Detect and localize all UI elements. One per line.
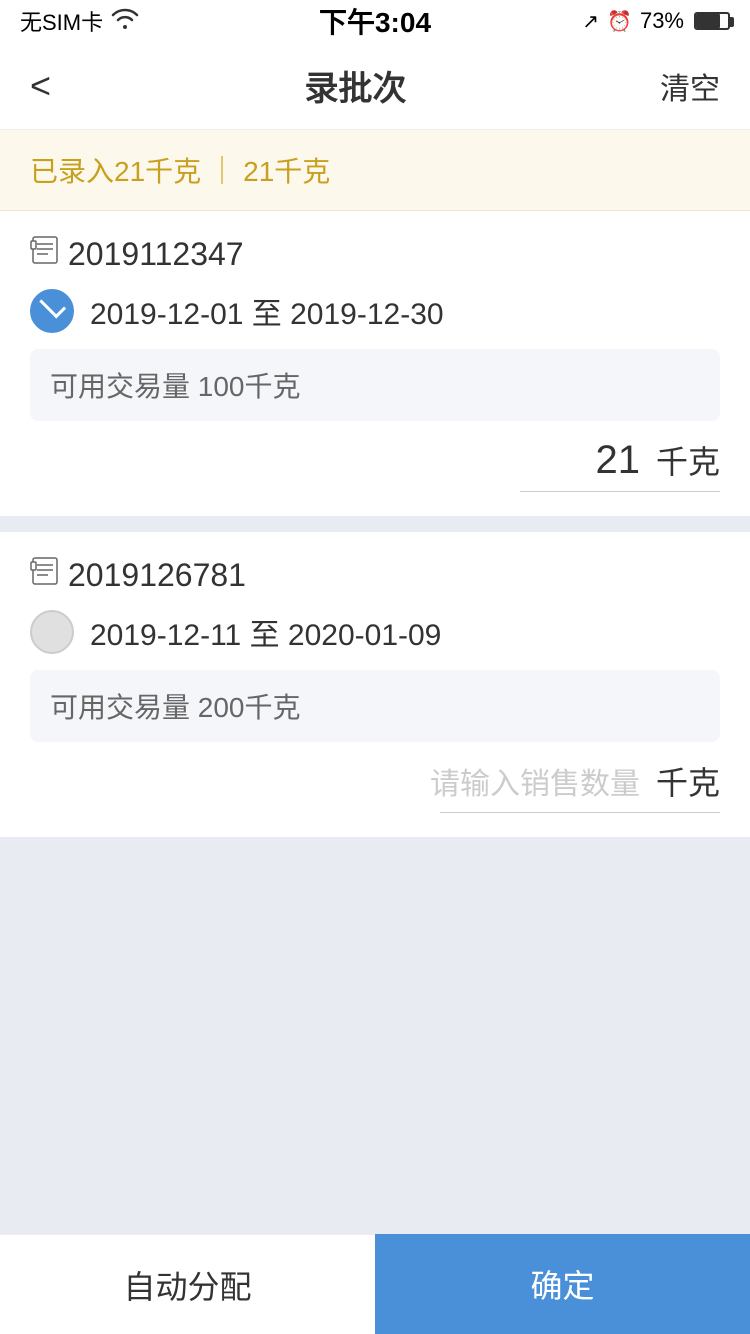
batch-2-item: 2019126781 2019-12-11 至 2020-01-09 xyxy=(0,532,750,654)
info-divider xyxy=(221,156,223,184)
carrier-text: 无SIM卡 xyxy=(20,5,103,37)
batch-2-id-icon xyxy=(30,556,60,594)
batch-2-date-row: 2019-12-11 至 2020-01-09 xyxy=(30,610,720,654)
batch-2-input-row: 请输入销售数量 千克 xyxy=(0,742,750,804)
batch-2-input-unit: 千克 xyxy=(656,758,720,804)
nav-bar: < 录批次 清空 xyxy=(0,42,750,130)
bottom-bar: 自动分配 确定 xyxy=(0,1234,750,1334)
gray-area xyxy=(0,853,750,1273)
location-icon: ↗ xyxy=(582,9,599,34)
batch-1-item: 2019112347 2019-12-01 至 2019-12-30 xyxy=(0,211,750,333)
info-banner: 已录入21千克 21千克 xyxy=(0,130,750,211)
back-button[interactable]: < xyxy=(30,65,51,107)
wifi-icon xyxy=(111,7,139,35)
batch-2-id: 2019126781 xyxy=(68,557,246,594)
clear-button[interactable]: 清空 xyxy=(660,64,720,108)
batch-1-quantity-row: 21 千克 xyxy=(0,421,750,483)
spacer-2 xyxy=(0,813,750,837)
batch-1-available: 可用交易量 100千克 xyxy=(30,349,720,421)
status-bar: 无SIM卡 下午3:04 ↗ ⏰ 73% xyxy=(0,0,750,42)
auto-distribute-button[interactable]: 自动分配 xyxy=(0,1234,375,1334)
battery-icon xyxy=(694,12,730,30)
batch-1-id-row: 2019112347 xyxy=(30,235,720,273)
batch-1-id-icon xyxy=(30,235,60,273)
recorded-label: 已录入21千克 xyxy=(30,150,201,190)
batch-2-section: 2019126781 2019-12-11 至 2020-01-09 可用交易量… xyxy=(0,532,750,837)
status-left: 无SIM卡 xyxy=(20,5,139,37)
alarm-icon: ⏰ xyxy=(607,9,632,34)
nav-title: 录批次 xyxy=(305,61,407,110)
battery-text: 73% xyxy=(640,8,684,34)
batch-2-input-placeholder[interactable]: 请输入销售数量 xyxy=(430,759,640,803)
batch-1-quantity-unit: 千克 xyxy=(656,437,720,483)
batch-2-id-row: 2019126781 xyxy=(30,556,720,594)
status-right: ↗ ⏰ 73% xyxy=(582,8,730,34)
batch-1-quantity-value[interactable]: 21 xyxy=(595,438,640,483)
batch-2-date: 2019-12-11 至 2020-01-09 xyxy=(90,610,441,654)
section-divider-2 xyxy=(0,837,750,853)
status-time: 下午3:04 xyxy=(319,1,431,41)
batch-1-checkbox[interactable] xyxy=(30,289,74,333)
checkmark-icon xyxy=(39,292,66,319)
recorded-value: 21千克 xyxy=(243,150,330,190)
batch-1-section: 2019112347 2019-12-01 至 2019-12-30 可用交易量… xyxy=(0,211,750,516)
section-divider xyxy=(0,516,750,532)
batch-2-checkbox[interactable] xyxy=(30,610,74,654)
batch-1-date-row: 2019-12-01 至 2019-12-30 xyxy=(30,289,720,333)
batch-1-date: 2019-12-01 至 2019-12-30 xyxy=(90,289,444,333)
batch-1-id: 2019112347 xyxy=(68,236,244,273)
confirm-button[interactable]: 确定 xyxy=(375,1234,750,1334)
spacer-1 xyxy=(0,492,750,516)
batch-2-available: 可用交易量 200千克 xyxy=(30,670,720,742)
